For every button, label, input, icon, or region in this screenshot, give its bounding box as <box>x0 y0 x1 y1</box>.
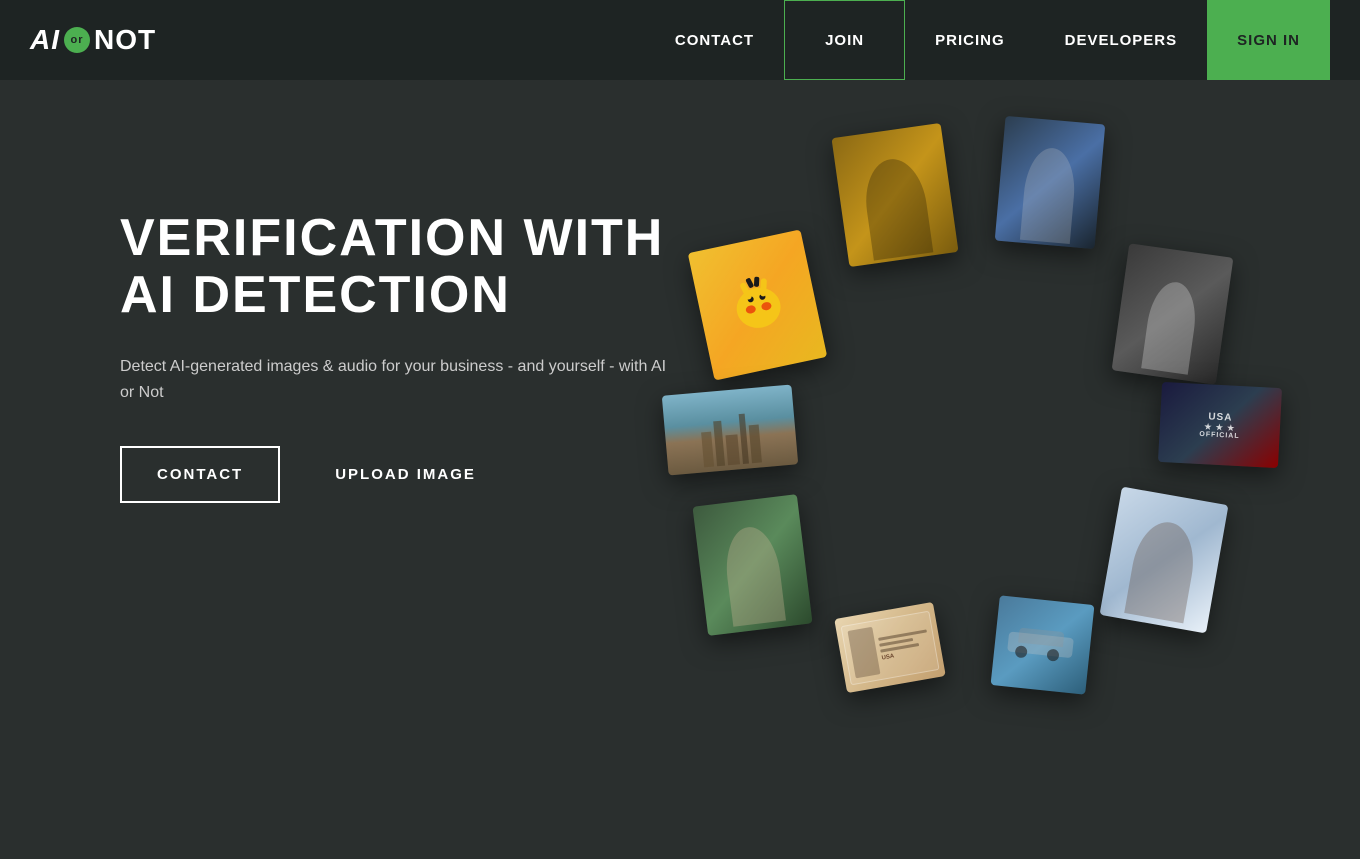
nav-pricing[interactable]: PRICING <box>905 0 1035 80</box>
floating-image-id-card: USA <box>834 602 946 693</box>
floating-image-person-glasses <box>1100 487 1229 634</box>
hero-subtitle: Detect AI-generated images & audio for y… <box>120 354 670 405</box>
floating-image-pikachu <box>688 229 828 380</box>
hero-text-block: VERIFICATION WITH AI DETECTION Detect AI… <box>120 210 670 503</box>
nav-links: CONTACT JOIN PRICING DEVELOPERS SIGN IN <box>645 0 1330 80</box>
contact-button[interactable]: CONTACT <box>120 446 280 503</box>
nav-developers[interactable]: DEVELOPERS <box>1035 0 1208 80</box>
hero-title: VERIFICATION WITH AI DETECTION <box>120 210 670 324</box>
hero-section: VERIFICATION WITH AI DETECTION Detect AI… <box>0 80 1360 859</box>
floating-image-doctor <box>1112 243 1234 384</box>
floating-image-woman-blue <box>995 116 1106 249</box>
signin-button[interactable]: SIGN IN <box>1207 0 1330 80</box>
hero-title-line1: VERIFICATION WITH <box>120 209 664 267</box>
nav-contact[interactable]: CONTACT <box>645 0 784 80</box>
logo-not-text: NOT <box>94 24 156 56</box>
hero-title-line2: AI DETECTION <box>120 266 511 324</box>
floating-image-poster: USA ★ ★ ★ OFFICIAL <box>1158 382 1282 468</box>
nav-join[interactable]: JOIN <box>784 0 905 80</box>
logo-or-badge: or <box>64 27 90 53</box>
pikachu-icon <box>721 265 794 346</box>
upload-image-button[interactable]: UPLOAD IMAGE <box>300 448 511 501</box>
floating-image-car <box>991 595 1095 694</box>
floating-image-person-holding <box>692 494 812 636</box>
floating-image-man-colorful <box>831 123 958 267</box>
navbar: AI or NOT CONTACT JOIN PRICING DEVELOPER… <box>0 0 1360 80</box>
floating-image-cityscape <box>662 384 798 475</box>
logo[interactable]: AI or NOT <box>30 24 156 56</box>
logo-ai-text: AI <box>30 24 60 56</box>
hero-buttons: CONTACT UPLOAD IMAGE <box>120 446 670 503</box>
